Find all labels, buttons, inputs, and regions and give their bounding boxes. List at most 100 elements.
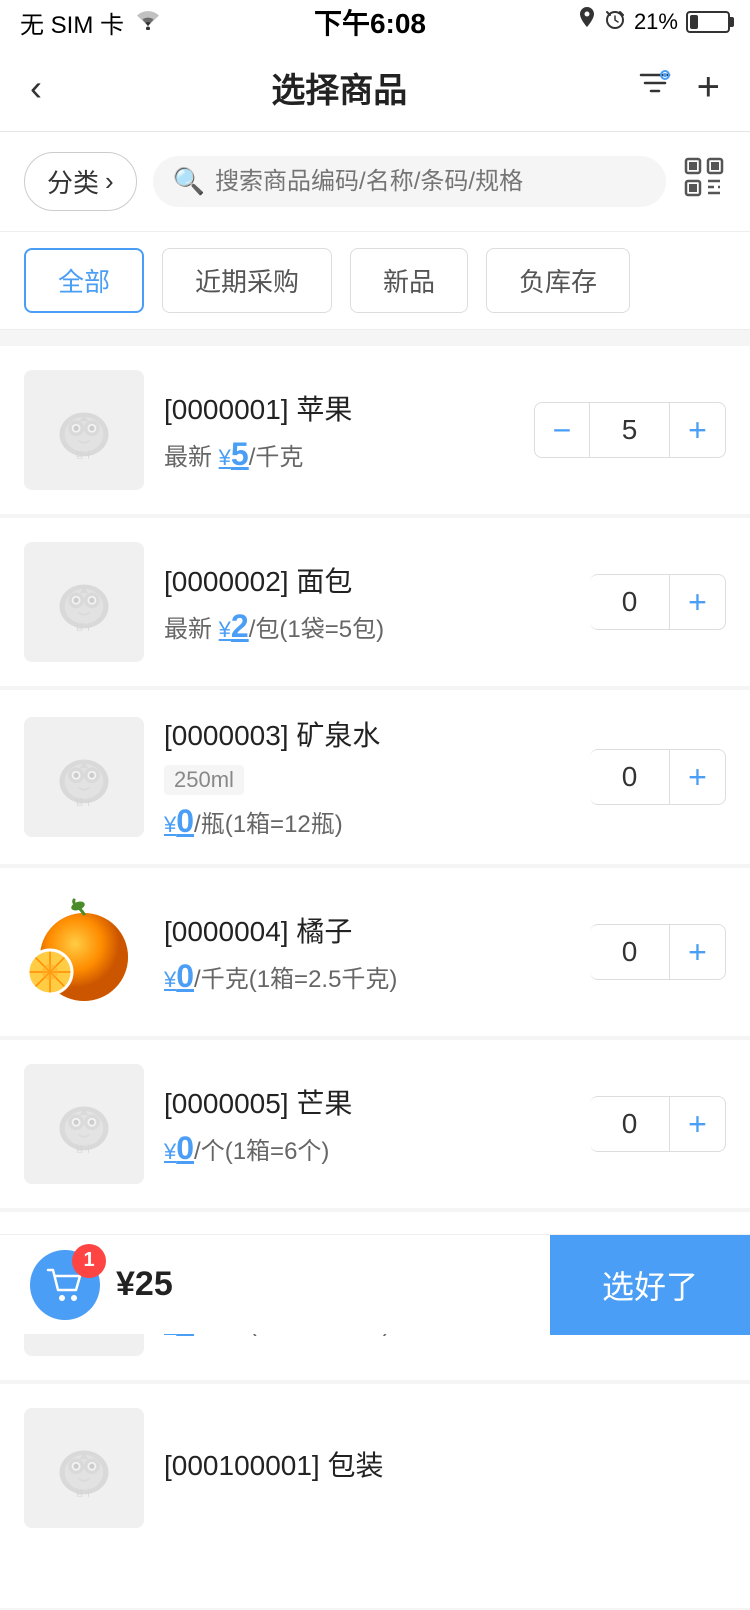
page-title: 选择商品	[271, 63, 407, 112]
search-box: 🔍	[153, 156, 666, 207]
price-unit: /包(1袋=5包)	[249, 616, 384, 643]
qty-input[interactable]	[590, 1096, 670, 1152]
list-item: 智十 [0000005] 芒果 ¥0/个(1箱=6个) +	[0, 1040, 750, 1208]
qty-plus-button[interactable]: +	[670, 924, 726, 980]
product-info-4: [0000004] 橘子 ¥0/千克(1箱=2.5千克)	[164, 910, 570, 995]
cart-badge: 1	[72, 1244, 106, 1278]
confirm-button[interactable]: 选好了	[550, 1235, 750, 1335]
product-name-7: [000100001] 包装	[164, 1444, 726, 1484]
product-image-7: 智十	[24, 1408, 144, 1528]
qty-plus-button[interactable]: +	[670, 574, 726, 630]
owl-logo-icon: 智十	[49, 742, 119, 812]
search-input[interactable]	[215, 168, 646, 196]
product-info-1: [0000001] 苹果 最新 ¥5/千克	[164, 388, 514, 473]
product-price-3: ¥0/瓶(1箱=12瓶)	[164, 803, 570, 840]
qty-input[interactable]	[590, 574, 670, 630]
cart-icon-wrap[interactable]: 1	[30, 1250, 100, 1320]
carrier-label: 无 SIM 卡	[20, 5, 124, 40]
filter-bar: 分类 › 🔍	[0, 132, 750, 232]
list-separator	[0, 330, 750, 346]
qty-control-5: +	[590, 1096, 726, 1152]
price-value: 0	[176, 1130, 194, 1166]
back-button[interactable]: ‹	[30, 67, 42, 109]
qty-plus-button[interactable]: +	[670, 749, 726, 805]
product-info-3: [0000003] 矿泉水 250ml ¥0/瓶(1箱=12瓶)	[164, 714, 570, 840]
yen-sign: ¥	[164, 967, 176, 992]
qty-control-4: +	[590, 924, 726, 980]
qty-input[interactable]	[590, 749, 670, 805]
cart-section: 1 ¥25	[0, 1250, 550, 1320]
price-prefix: 最新	[164, 444, 219, 471]
product-name-5: [0000005] 芒果	[164, 1082, 570, 1122]
product-price-4: ¥0/千克(1箱=2.5千克)	[164, 958, 570, 995]
add-button[interactable]: +	[697, 65, 720, 110]
product-name-2: [0000002] 面包	[164, 560, 570, 600]
svg-text:智十: 智十	[75, 796, 93, 807]
tab-negative[interactable]: 负库存	[486, 248, 630, 313]
product-name-1: [0000001] 苹果	[164, 388, 514, 428]
wifi-icon	[134, 8, 162, 37]
filter-icon[interactable]	[637, 66, 673, 110]
product-price-5: ¥0/个(1箱=6个)	[164, 1130, 570, 1167]
product-name-4: [0000004] 橘子	[164, 910, 570, 950]
qty-input[interactable]	[590, 402, 670, 458]
total-price: ¥25	[116, 1265, 173, 1304]
qty-minus-button[interactable]: −	[534, 402, 590, 458]
location-icon	[578, 7, 596, 37]
yen-sign: ¥	[164, 812, 176, 837]
qty-control-3: +	[590, 749, 726, 805]
list-item: 智十 [0000002] 面包 最新 ¥2/包(1袋=5包) +	[0, 518, 750, 686]
owl-logo-icon: 智十	[49, 567, 119, 637]
product-list: 智十 [0000001] 苹果 最新 ¥5/千克 − +	[0, 346, 750, 1608]
svg-text:智十: 智十	[75, 1487, 93, 1498]
product-info-2: [0000002] 面包 最新 ¥2/包(1袋=5包)	[164, 560, 570, 645]
product-price-2: 最新 ¥2/包(1袋=5包)	[164, 608, 570, 645]
product-image-1: 智十	[24, 370, 144, 490]
nav-bar: ‹ 选择商品 +	[0, 44, 750, 132]
list-item: [0000004] 橘子 ¥0/千克(1箱=2.5千克) +	[0, 868, 750, 1036]
status-left: 无 SIM 卡	[20, 5, 162, 40]
product-info-7: [000100001] 包装	[164, 1444, 726, 1492]
product-name-3: [0000003] 矿泉水	[164, 714, 570, 754]
bottom-bar: 1 ¥25 选好了	[0, 1234, 750, 1334]
price-value: 2	[231, 608, 249, 644]
svg-text:智十: 智十	[75, 1143, 93, 1154]
product-image-5: 智十	[24, 1064, 144, 1184]
price-value: 0	[176, 803, 194, 839]
qty-plus-button[interactable]: +	[670, 1096, 726, 1152]
price-value: 0	[176, 958, 194, 994]
product-image-2: 智十	[24, 542, 144, 662]
category-label: 分类	[47, 163, 99, 200]
qty-plus-button[interactable]: +	[670, 402, 726, 458]
price-value: 5	[231, 436, 249, 472]
price-unit: /瓶(1箱=12瓶)	[194, 811, 343, 838]
tab-all[interactable]: 全部	[24, 248, 144, 313]
owl-logo-icon: 智十	[49, 395, 119, 465]
price-unit: /千克(1箱=2.5千克)	[194, 966, 397, 993]
search-icon: 🔍	[173, 166, 205, 197]
list-item: 智十 [0000001] 苹果 最新 ¥5/千克 − +	[0, 346, 750, 514]
orange-image	[24, 892, 144, 1012]
tabs-bar: 全部 近期采购 新品 负库存	[0, 232, 750, 330]
yen-sign: ¥	[219, 617, 231, 642]
price-prefix: 最新	[164, 616, 219, 643]
list-item: 智十 [0000003] 矿泉水 250ml ¥0/瓶(1箱=12瓶) +	[0, 690, 750, 864]
svg-text:智十: 智十	[75, 621, 93, 632]
product-image-4	[24, 892, 144, 1012]
battery-percent: 21%	[634, 9, 678, 35]
nav-actions: +	[637, 65, 720, 110]
tab-recent[interactable]: 近期采购	[162, 248, 332, 313]
alarm-icon	[604, 8, 626, 36]
scan-icon[interactable]	[682, 155, 726, 208]
status-time: 下午6:08	[314, 2, 426, 42]
category-button[interactable]: 分类 ›	[24, 152, 137, 211]
owl-logo-icon: 智十	[49, 1433, 119, 1503]
qty-control-2: +	[590, 574, 726, 630]
category-arrow-icon: ›	[105, 166, 114, 197]
tab-new[interactable]: 新品	[350, 248, 468, 313]
battery-icon	[686, 11, 730, 33]
status-right: 21%	[578, 7, 730, 37]
qty-input[interactable]	[590, 924, 670, 980]
price-unit: /个(1箱=6个)	[194, 1138, 329, 1165]
yen-sign: ¥	[219, 445, 231, 470]
